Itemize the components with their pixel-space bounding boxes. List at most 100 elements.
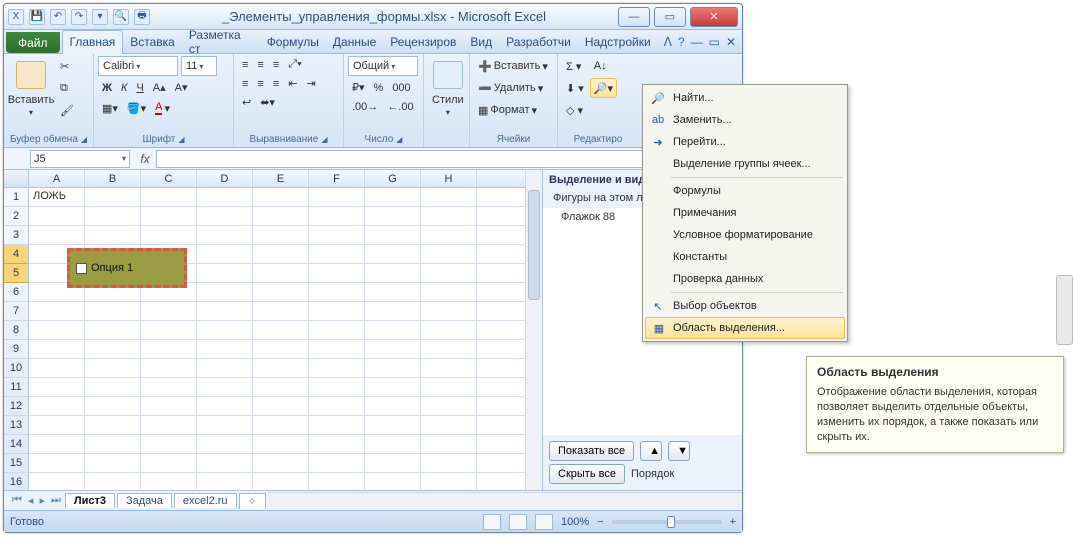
menu-goto-special[interactable]: Выделение группы ячеек... <box>645 153 845 175</box>
orientation-button[interactable]: ⤢▾ <box>284 56 305 73</box>
zoom-in-button[interactable]: + <box>730 516 736 528</box>
increase-indent-button[interactable]: ⇥ <box>302 75 319 92</box>
tab-addins[interactable]: Надстройки <box>578 30 658 53</box>
page-layout-view-button[interactable] <box>509 514 527 530</box>
decrease-font-button[interactable]: A▾ <box>171 79 192 96</box>
worksheet[interactable]: A B C D E F G H 1 2 3 4 5 6 7 8 9 10 11 <box>4 170 542 490</box>
dialog-launcher-icon[interactable]: ◢ <box>178 135 184 144</box>
delete-cells-button[interactable]: ➖ Удалить ▾ <box>474 78 553 98</box>
increase-decimal-button[interactable]: .00→ <box>348 99 382 115</box>
sheet-tab[interactable]: Задача <box>117 493 172 508</box>
percent-format-button[interactable]: % <box>370 79 388 96</box>
redo-icon[interactable]: ↷ <box>71 9 87 25</box>
menu-selection-pane[interactable]: ▦Область выделения... <box>645 317 845 339</box>
menu-goto[interactable]: ➜Перейти... <box>645 131 845 153</box>
tab-nav-first-icon[interactable]: ⏮ <box>10 494 24 507</box>
tab-nav-last-icon[interactable]: ⏭ <box>49 494 63 507</box>
format-cells-button[interactable]: ▦ Формат ▾ <box>474 100 553 120</box>
maximize-button[interactable]: ▭ <box>654 7 686 27</box>
align-right-button[interactable]: ≡ <box>269 75 283 92</box>
menu-find[interactable]: 🔎Найти... <box>645 87 845 109</box>
bold-button[interactable]: Ж <box>98 79 116 96</box>
excel-icon[interactable]: X <box>8 9 24 25</box>
page-break-view-button[interactable] <box>535 514 553 530</box>
help-icon[interactable]: ? <box>678 35 685 49</box>
minimize-ribbon-icon[interactable]: ᐱ <box>664 35 672 49</box>
tab-nav-prev-icon[interactable]: ◂ <box>26 494 36 507</box>
select-all-corner[interactable] <box>4 170 29 188</box>
sort-filter-button[interactable]: A↓ <box>590 56 617 76</box>
save-icon[interactable]: 💾 <box>29 9 45 25</box>
align-center-button[interactable]: ≡ <box>253 75 267 92</box>
qat-more-icon[interactable]: ▾ <box>92 9 108 25</box>
column-headers[interactable]: A B C D E F G H <box>29 170 542 188</box>
align-left-button[interactable]: ≡ <box>238 75 252 92</box>
align-top-button[interactable]: ≡ <box>238 56 252 73</box>
align-middle-button[interactable]: ≡ <box>253 56 267 73</box>
cell-a1[interactable]: ЛОЖЬ <box>30 189 69 203</box>
border-button[interactable]: ▦▾ <box>98 99 122 117</box>
tab-nav-next-icon[interactable]: ▸ <box>37 494 47 507</box>
wrap-text-button[interactable]: ↩ <box>238 94 255 111</box>
italic-button[interactable]: К <box>117 79 131 96</box>
format-painter-button[interactable]: 🖌 <box>56 100 78 120</box>
sheet-tab[interactable]: Лист3 <box>65 493 115 508</box>
dialog-launcher-icon[interactable]: ◢ <box>396 135 402 144</box>
menu-select-objects[interactable]: ↖Выбор объектов <box>645 295 845 317</box>
dialog-launcher-icon[interactable]: ◢ <box>81 135 87 144</box>
menu-conditional-formatting[interactable]: Условное форматирование <box>645 224 845 246</box>
print-preview-icon[interactable]: 🔍 <box>113 9 129 25</box>
cells[interactable]: ЛОЖЬ Опция 1 <box>29 188 542 490</box>
tab-layout[interactable]: Разметка ст <box>182 30 260 53</box>
close-button[interactable]: ✕ <box>690 7 738 27</box>
fill-color-button[interactable]: 🪣▾ <box>123 99 150 117</box>
font-name-combo[interactable]: Calibri▾ <box>98 56 178 76</box>
normal-view-button[interactable] <box>483 514 501 530</box>
cut-button[interactable]: ✂ <box>56 56 78 76</box>
font-color-button[interactable]: A▾ <box>151 99 174 117</box>
insert-cells-button[interactable]: ➕ Вставить ▾ <box>474 56 553 76</box>
menu-formulas[interactable]: Формулы <box>645 180 845 202</box>
new-sheet-button[interactable]: ✧ <box>239 493 266 509</box>
move-down-button[interactable]: ▼ <box>668 441 690 461</box>
browser-scrollbar[interactable] <box>1056 275 1073 345</box>
mdi-minimize-icon[interactable]: — <box>691 35 703 49</box>
clear-button[interactable]: ◇ ▾ <box>562 100 588 120</box>
align-bottom-button[interactable]: ≡ <box>269 56 283 73</box>
tab-developer[interactable]: Разработчи <box>499 30 578 53</box>
mdi-restore-icon[interactable]: ▭ <box>709 35 720 49</box>
undo-icon[interactable]: ↶ <box>50 9 66 25</box>
find-select-button[interactable]: 🔎▾ <box>590 78 617 98</box>
number-format-combo[interactable]: Общий▾ <box>348 56 418 76</box>
decrease-decimal-button[interactable]: ←.00 <box>383 99 417 115</box>
underline-button[interactable]: Ч <box>132 79 147 96</box>
fill-button[interactable]: ⬇ ▾ <box>562 78 588 98</box>
move-up-button[interactable]: ▲ <box>640 441 662 461</box>
row-headers[interactable]: 1 2 3 4 5 6 7 8 9 10 11 12 13 14 15 16 <box>4 188 29 490</box>
tab-insert[interactable]: Вставка <box>123 30 182 53</box>
tab-home[interactable]: Главная <box>62 30 124 54</box>
file-tab[interactable]: Файл <box>6 32 60 53</box>
tab-data[interactable]: Данные <box>326 30 383 53</box>
mdi-close-icon[interactable]: ✕ <box>726 35 736 49</box>
quick-print-icon[interactable]: 🖶 <box>134 9 150 25</box>
styles-button[interactable]: Стили ▾ <box>428 56 468 128</box>
menu-replace[interactable]: abЗаменить... <box>645 109 845 131</box>
minimize-button[interactable]: — <box>618 7 650 27</box>
comma-format-button[interactable]: 000 <box>388 79 414 96</box>
checkbox-icon[interactable] <box>76 263 87 274</box>
name-box[interactable]: J5▾ <box>30 150 130 168</box>
zoom-out-button[interactable]: − <box>597 516 603 528</box>
form-control-checkbox[interactable]: Опция 1 <box>67 248 187 288</box>
menu-comments[interactable]: Примечания <box>645 202 845 224</box>
autosum-button[interactable]: Σ ▾ <box>562 56 588 76</box>
zoom-percent[interactable]: 100% <box>561 516 589 528</box>
font-size-combo[interactable]: 11▾ <box>181 56 217 76</box>
tab-review[interactable]: Рецензиров <box>383 30 463 53</box>
accounting-format-button[interactable]: ₽▾ <box>348 79 369 96</box>
hide-all-button[interactable]: Скрыть все <box>549 464 625 484</box>
paste-button[interactable]: Вставить ▾ <box>8 56 54 128</box>
vertical-scrollbar[interactable] <box>525 170 542 490</box>
menu-constants[interactable]: Константы <box>645 246 845 268</box>
dialog-launcher-icon[interactable]: ◢ <box>321 135 327 144</box>
